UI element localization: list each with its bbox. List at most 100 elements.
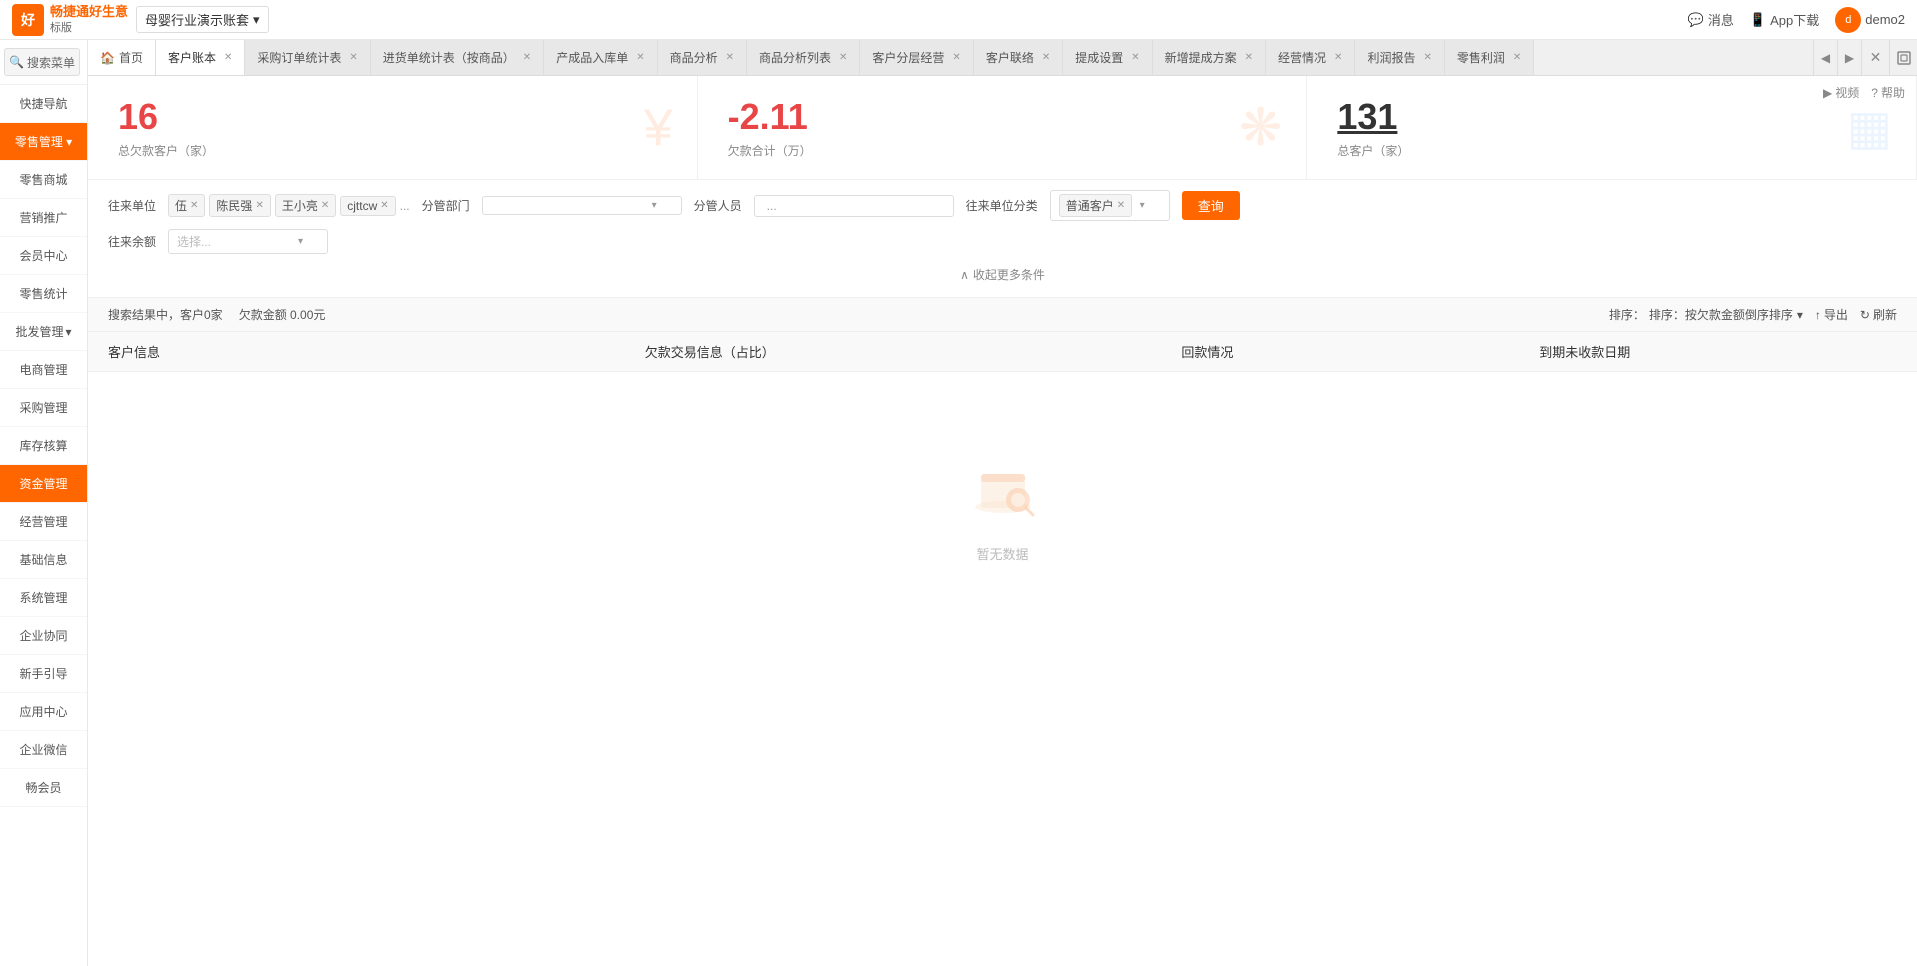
sidebar-item-ecommerce[interactable]: 电商管理 xyxy=(0,351,87,389)
tag-close-normal-customer[interactable]: ✕ xyxy=(1117,200,1125,211)
org-selector[interactable]: 母婴行业演示账套 ▾ xyxy=(136,6,269,33)
message-button[interactable]: 💬 消息 xyxy=(1688,10,1734,29)
sidebar-item-retail-mall[interactable]: 零售商城 xyxy=(0,161,87,199)
sidebar-item-basic-info[interactable]: 基础信息 xyxy=(0,541,87,579)
filter-row-1: 往来单位 伍 ✕ 陈民强 ✕ 王小亮 ✕ xyxy=(108,190,1897,221)
content-area: 🏠 首页 客户账本 ✕ 采购订单统计表 ✕ 进货单统计表（按商品） ✕ 产成品入… xyxy=(88,40,1917,966)
refresh-button[interactable]: ↻ 刷新 xyxy=(1860,306,1897,323)
tab-close-goods-stats[interactable]: ✕ xyxy=(523,52,531,63)
tab-close-customer-contact[interactable]: ✕ xyxy=(1042,52,1050,63)
sidebar-item-finance[interactable]: 资金管理 xyxy=(0,465,87,503)
dept-select[interactable]: ▾ xyxy=(482,196,682,215)
sidebar-item-operations[interactable]: 经营管理 xyxy=(0,503,87,541)
app-icon: 📱 xyxy=(1750,12,1766,28)
sidebar-item-wholesale[interactable]: 批发管理 ▾ xyxy=(0,313,87,351)
sort-select[interactable]: 排序： 排序：按欠款金额倒序排序 ▾ xyxy=(1609,306,1803,323)
tab-close-customer-tier[interactable]: ✕ xyxy=(952,52,960,63)
tab-profit-report[interactable]: 利润报告 ✕ xyxy=(1355,40,1444,76)
empty-state: 暂无数据 xyxy=(88,372,1917,643)
sidebar: 🔍 搜索菜单 快捷导航 零售管理 ▾ 零售商城 营销推广 会员中心 零售统计 批… xyxy=(0,40,88,966)
sidebar-item-wechat[interactable]: 企业微信 xyxy=(0,731,87,769)
tab-home[interactable]: 🏠 首页 xyxy=(88,40,156,76)
tab-close-all-button[interactable]: ✕ xyxy=(1861,40,1889,76)
tag-close-wang[interactable]: ✕ xyxy=(321,200,329,211)
filter-tag-wang[interactable]: 王小亮 ✕ xyxy=(275,194,336,217)
filter-tag-wu[interactable]: 伍 ✕ xyxy=(168,194,205,217)
logo-icon: 好 xyxy=(12,4,44,36)
sidebar-item-inventory[interactable]: 库存核算 xyxy=(0,427,87,465)
tab-next-button[interactable]: ▶ xyxy=(1837,40,1861,76)
unit-type-select[interactable]: 普通客户 ✕ ▾ xyxy=(1050,190,1170,221)
top-links: ▶ 视频 ? 帮助 xyxy=(1823,84,1905,101)
tag-close-chen[interactable]: ✕ xyxy=(255,200,263,211)
export-button[interactable]: ↑ 导出 xyxy=(1815,306,1848,323)
stat-text-debt: -2.11 欠款合计（万） xyxy=(728,96,812,159)
tab-customer-tier[interactable]: 客户分层经营 ✕ xyxy=(860,40,973,76)
tab-close-customer-book[interactable]: ✕ xyxy=(224,52,232,63)
tab-prev-button[interactable]: ◀ xyxy=(1813,40,1837,76)
filter-more-tags[interactable]: ... xyxy=(400,199,410,213)
staff-select[interactable]: ... xyxy=(754,195,954,217)
tab-goods-stats[interactable]: 进货单统计表（按商品） ✕ xyxy=(371,40,544,76)
top-bar-right: 💬 消息 📱 App下载 d demo2 xyxy=(1688,7,1905,33)
tab-close-goods-list[interactable]: ✕ xyxy=(839,52,847,63)
video-link[interactable]: ▶ 视频 xyxy=(1823,84,1859,101)
result-bar-right: 排序： 排序：按欠款金额倒序排序 ▾ ↑ 导出 ↻ 刷新 xyxy=(1609,306,1897,323)
tag-close-cjttcw[interactable]: ✕ xyxy=(380,200,388,211)
tab-goods-analysis[interactable]: 商品分析 ✕ xyxy=(658,40,747,76)
sidebar-item-marketing[interactable]: 营销推广 xyxy=(0,199,87,237)
sidebar-item-app-center[interactable]: 应用中心 xyxy=(0,693,87,731)
tab-add-commission[interactable]: 新增提成方案 ✕ xyxy=(1153,40,1266,76)
tab-close-commission-settings[interactable]: ✕ xyxy=(1131,52,1139,63)
tab-close-profit-report[interactable]: ✕ xyxy=(1423,52,1431,63)
filter-tag-normal-customer[interactable]: 普通客户 ✕ xyxy=(1059,194,1132,217)
tag-close-wu[interactable]: ✕ xyxy=(190,200,198,211)
query-button[interactable]: 查询 xyxy=(1182,191,1240,220)
filter-tag-chen[interactable]: 陈民强 ✕ xyxy=(209,194,270,217)
sidebar-item-purchase[interactable]: 采购管理 xyxy=(0,389,87,427)
stat-value-total: 131 xyxy=(1337,96,1409,138)
tab-operations[interactable]: 经营情况 ✕ xyxy=(1266,40,1355,76)
tab-close-production[interactable]: ✕ xyxy=(636,52,644,63)
refresh-icon: ↻ xyxy=(1860,308,1870,322)
tab-close-operations[interactable]: ✕ xyxy=(1334,52,1342,63)
sidebar-item-retail[interactable]: 零售管理 ▾ xyxy=(0,123,87,161)
tab-goods-list[interactable]: 商品分析列表 ✕ xyxy=(747,40,860,76)
col-repayment: 回款情况 xyxy=(1181,342,1539,361)
tab-close-purchase-order[interactable]: ✕ xyxy=(349,52,357,63)
tab-close-retail-profit[interactable]: ✕ xyxy=(1513,52,1521,63)
tab-customer-contact[interactable]: 客户联络 ✕ xyxy=(974,40,1063,76)
sidebar-item-retail-stats[interactable]: 零售统计 xyxy=(0,275,87,313)
filter-tag-cjttcw[interactable]: cjttcw ✕ xyxy=(340,196,395,216)
stat-label-debt: 欠款合计（万） xyxy=(728,142,812,159)
staff-dots[interactable]: ... xyxy=(767,199,777,213)
tab-maximize-button[interactable] xyxy=(1889,40,1917,76)
user-avatar[interactable]: d demo2 xyxy=(1835,7,1905,33)
search-icon: 🔍 xyxy=(9,55,24,69)
app-download-button[interactable]: 📱 App下载 xyxy=(1750,10,1819,29)
help-link[interactable]: ? 帮助 xyxy=(1871,84,1905,101)
top-bar-left: 好 畅捷通好生意 标版 母婴行业演示账套 ▾ xyxy=(12,4,269,36)
tab-production[interactable]: 产成品入库单 ✕ xyxy=(544,40,657,76)
search-menu-button[interactable]: 🔍 搜索菜单 xyxy=(4,48,80,76)
unit-type-arrow: ▾ xyxy=(1140,200,1145,211)
result-bar-left: 搜索结果中，客户0家 欠款金额 0.00元 xyxy=(108,306,325,323)
stat-value-customers: 16 xyxy=(118,96,214,138)
sidebar-item-newbie[interactable]: 新手引导 xyxy=(0,655,87,693)
tab-close-goods-analysis[interactable]: ✕ xyxy=(726,52,734,63)
tab-customer-book[interactable]: 客户账本 ✕ xyxy=(156,40,245,76)
collapse-button[interactable]: ∧ 收起更多条件 xyxy=(108,262,1897,287)
tab-retail-profit[interactable]: 零售利润 ✕ xyxy=(1445,40,1534,76)
col-due-date: 到期未收款日期 xyxy=(1539,342,1897,361)
sidebar-item-enterprise[interactable]: 企业协同 xyxy=(0,617,87,655)
tab-commission-settings[interactable]: 提成设置 ✕ xyxy=(1063,40,1152,76)
sidebar-item-member2[interactable]: 畅会员 xyxy=(0,769,87,807)
tab-purchase-order[interactable]: 采购订单统计表 ✕ xyxy=(245,40,370,76)
sidebar-item-system[interactable]: 系统管理 xyxy=(0,579,87,617)
sidebar-item-quick-nav[interactable]: 快捷导航 xyxy=(0,85,87,123)
tab-close-add-commission[interactable]: ✕ xyxy=(1245,52,1253,63)
stat-text-customers: 16 总欠款客户（家） xyxy=(118,96,214,159)
sidebar-item-member[interactable]: 会员中心 xyxy=(0,237,87,275)
balance-select[interactable]: 选择... ▾ xyxy=(168,229,328,254)
stat-block-customers: ¥ 16 总欠款客户（家） xyxy=(88,76,698,179)
